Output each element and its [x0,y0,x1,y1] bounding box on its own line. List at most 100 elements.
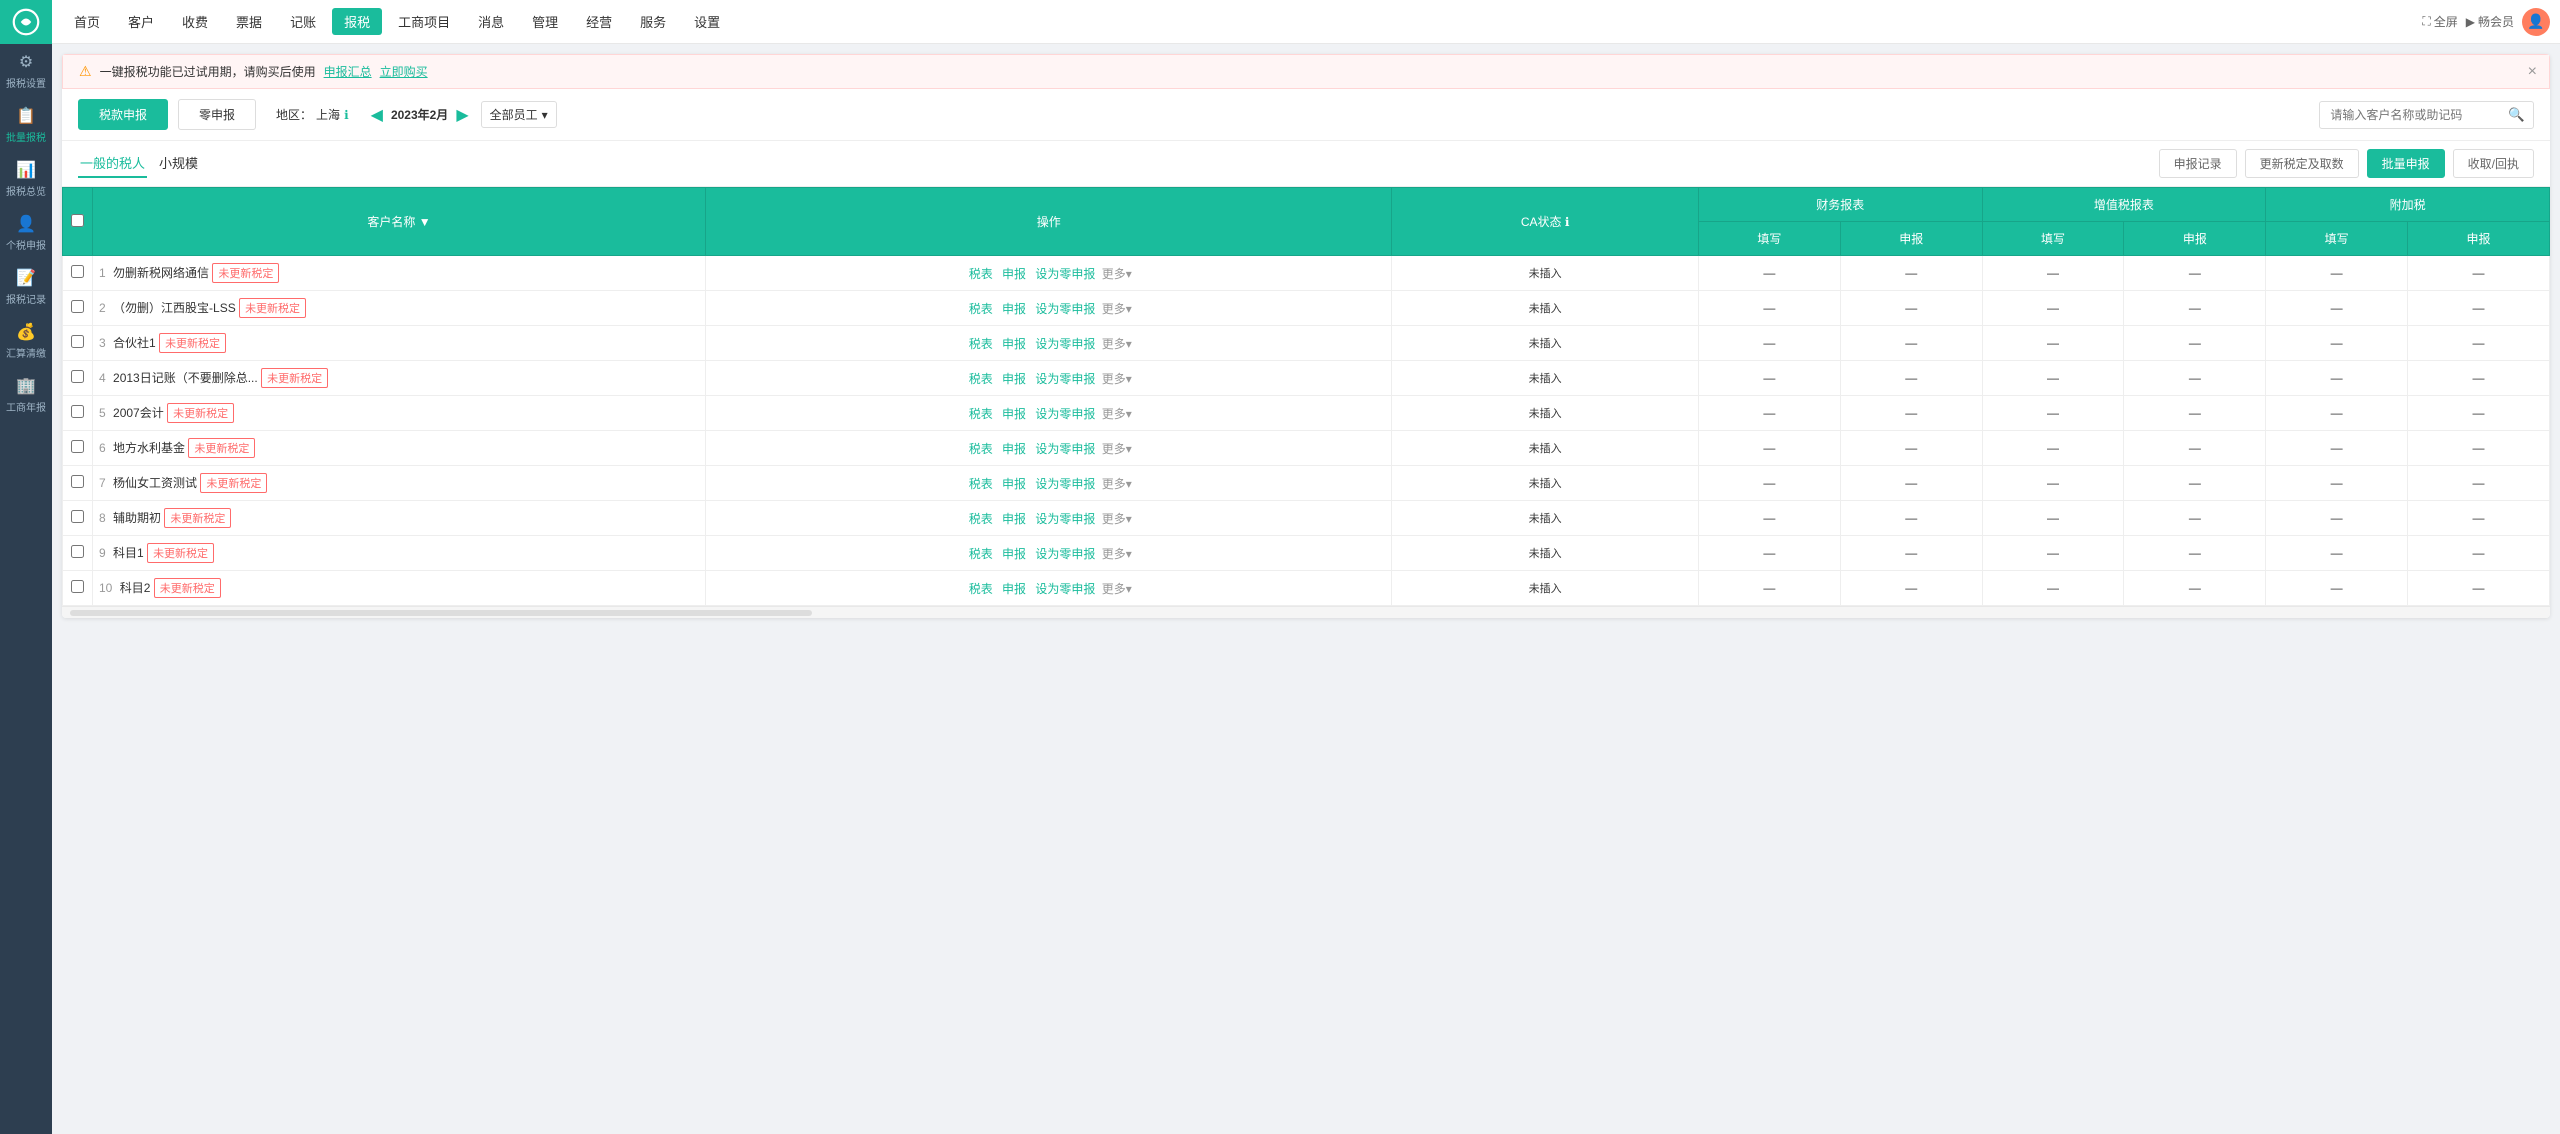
period-next-button[interactable]: ▶ [454,103,470,127]
op-taxform-1[interactable]: 税表 [969,302,993,316]
op-zero-1[interactable]: 设为零申报 [1035,302,1095,316]
row-checkbox-0[interactable] [63,256,93,291]
op-declare-2[interactable]: 申报 [1002,337,1026,351]
op-zero-8[interactable]: 设为零申报 [1035,547,1095,561]
op-declare-6[interactable]: 申报 [1002,477,1026,491]
fullscreen-button[interactable]: ⛶ 全屏 [2422,13,2457,30]
nav-operation[interactable]: 经营 [574,8,624,35]
sidebar-item-settlement[interactable]: 💰 汇算清缴 [0,314,52,368]
row-checkbox-3[interactable] [63,361,93,396]
row-checkbox-2[interactable] [63,326,93,361]
op-taxform-4[interactable]: 税表 [969,407,993,421]
alert-link-summary[interactable]: 申报汇总 [324,63,372,80]
sidebar-item-industry-report[interactable]: 🏢 工商年报 [0,368,52,422]
row-checkbox-7[interactable] [63,501,93,536]
avatar[interactable]: 👤 [2522,8,2550,36]
select-all-checkbox[interactable] [71,214,84,227]
op-zero-6[interactable]: 设为零申报 [1035,477,1095,491]
op-taxform-0[interactable]: 税表 [969,267,993,281]
op-more-9[interactable]: 更多▾ [1102,582,1132,596]
member-button[interactable]: ▶ 畅会员 [2466,13,2514,30]
info-icon[interactable]: ℹ [344,108,349,122]
op-more-3[interactable]: 更多▾ [1102,372,1132,386]
ca-info-icon[interactable]: ℹ [1565,215,1570,229]
tab-general-taxpayer[interactable]: 一般的税人 [78,149,147,178]
op-zero-4[interactable]: 设为零申报 [1035,407,1095,421]
collect-refund-button[interactable]: 收取/回执 [2453,149,2534,178]
sidebar-item-personal-tax[interactable]: 👤 个税申报 [0,206,52,260]
sidebar-item-tax-records[interactable]: 📝 报税记录 [0,260,52,314]
op-declare-5[interactable]: 申报 [1002,442,1026,456]
op-declare-8[interactable]: 申报 [1002,547,1026,561]
nav-tax[interactable]: 报税 [332,8,382,35]
row-checkbox-4[interactable] [63,396,93,431]
nav-accounting[interactable]: 记账 [278,8,328,35]
tab-declare[interactable]: 税款申报 [78,99,168,130]
status-badge-9: 未更新税定 [154,578,221,598]
personal-tax-icon: 👤 [16,214,36,234]
op-taxform-3[interactable]: 税表 [969,372,993,386]
nav-invoice[interactable]: 票据 [224,8,274,35]
row-checkbox-8[interactable] [63,536,93,571]
op-zero-3[interactable]: 设为零申报 [1035,372,1095,386]
op-more-1[interactable]: 更多▾ [1102,302,1132,316]
op-more-7[interactable]: 更多▾ [1102,512,1132,526]
period-prev-button[interactable]: ◀ [369,103,385,127]
avatar-icon: 👤 [2527,13,2544,30]
nav-management[interactable]: 管理 [520,8,570,35]
op-taxform-9[interactable]: 税表 [969,582,993,596]
search-input[interactable] [2320,103,2500,127]
row-checkbox-5[interactable] [63,431,93,466]
nav-service[interactable]: 服务 [628,8,678,35]
staff-select[interactable]: 全部员工 ▾ [481,101,557,128]
declare-record-button[interactable]: 申报记录 [2159,149,2237,178]
op-more-0[interactable]: 更多▾ [1102,267,1132,281]
op-zero-7[interactable]: 设为零申报 [1035,512,1095,526]
tab-zero[interactable]: 零申报 [178,99,256,130]
nav-settings[interactable]: 设置 [682,8,732,35]
search-button[interactable]: 🔍 [2500,102,2533,128]
op-taxform-6[interactable]: 税表 [969,477,993,491]
op-declare-0[interactable]: 申报 [1002,267,1026,281]
nav-home[interactable]: 首页 [62,8,112,35]
op-more-4[interactable]: 更多▾ [1102,407,1132,421]
op-declare-9[interactable]: 申报 [1002,582,1026,596]
horizontal-scrollbar[interactable] [70,610,812,616]
op-zero-9[interactable]: 设为零申报 [1035,582,1095,596]
alert-link-buy[interactable]: 立即购买 [380,63,428,80]
op-taxform-5[interactable]: 税表 [969,442,993,456]
row-checkbox-6[interactable] [63,466,93,501]
op-declare-1[interactable]: 申报 [1002,302,1026,316]
op-more-6[interactable]: 更多▾ [1102,477,1132,491]
op-more-8[interactable]: 更多▾ [1102,547,1132,561]
row-f3-8: — [1982,536,2124,571]
update-quota-button[interactable]: 更新税定及取数 [2245,149,2359,178]
op-declare-3[interactable]: 申报 [1002,372,1026,386]
sidebar-item-label: 个税申报 [6,237,46,252]
op-declare-7[interactable]: 申报 [1002,512,1026,526]
sort-icon[interactable]: ▼ [419,215,431,229]
op-more-5[interactable]: 更多▾ [1102,442,1132,456]
logo[interactable] [0,0,52,44]
tab-small-scale[interactable]: 小规模 [157,149,200,178]
op-zero-2[interactable]: 设为零申报 [1035,337,1095,351]
sidebar-item-tax-overview[interactable]: 📊 报税总览 [0,152,52,206]
sidebar-item-tax-settings[interactable]: ⚙ 报税设置 [0,44,52,98]
op-zero-5[interactable]: 设为零申报 [1035,442,1095,456]
op-taxform-2[interactable]: 税表 [969,337,993,351]
op-declare-4[interactable]: 申报 [1002,407,1026,421]
batch-declare-button[interactable]: 批量申报 [2367,149,2445,178]
row-name-4: 5 2007会计 未更新税定 [93,396,706,431]
nav-client[interactable]: 客户 [116,8,166,35]
nav-collection[interactable]: 收费 [170,8,220,35]
nav-business[interactable]: 工商项目 [386,8,462,35]
alert-close-button[interactable]: × [2528,63,2537,81]
nav-message[interactable]: 消息 [466,8,516,35]
op-taxform-8[interactable]: 税表 [969,547,993,561]
op-more-2[interactable]: 更多▾ [1102,337,1132,351]
op-zero-0[interactable]: 设为零申报 [1035,267,1095,281]
row-checkbox-9[interactable] [63,571,93,606]
row-checkbox-1[interactable] [63,291,93,326]
op-taxform-7[interactable]: 税表 [969,512,993,526]
sidebar-item-batch-tax[interactable]: 📋 批量报税 [0,98,52,152]
